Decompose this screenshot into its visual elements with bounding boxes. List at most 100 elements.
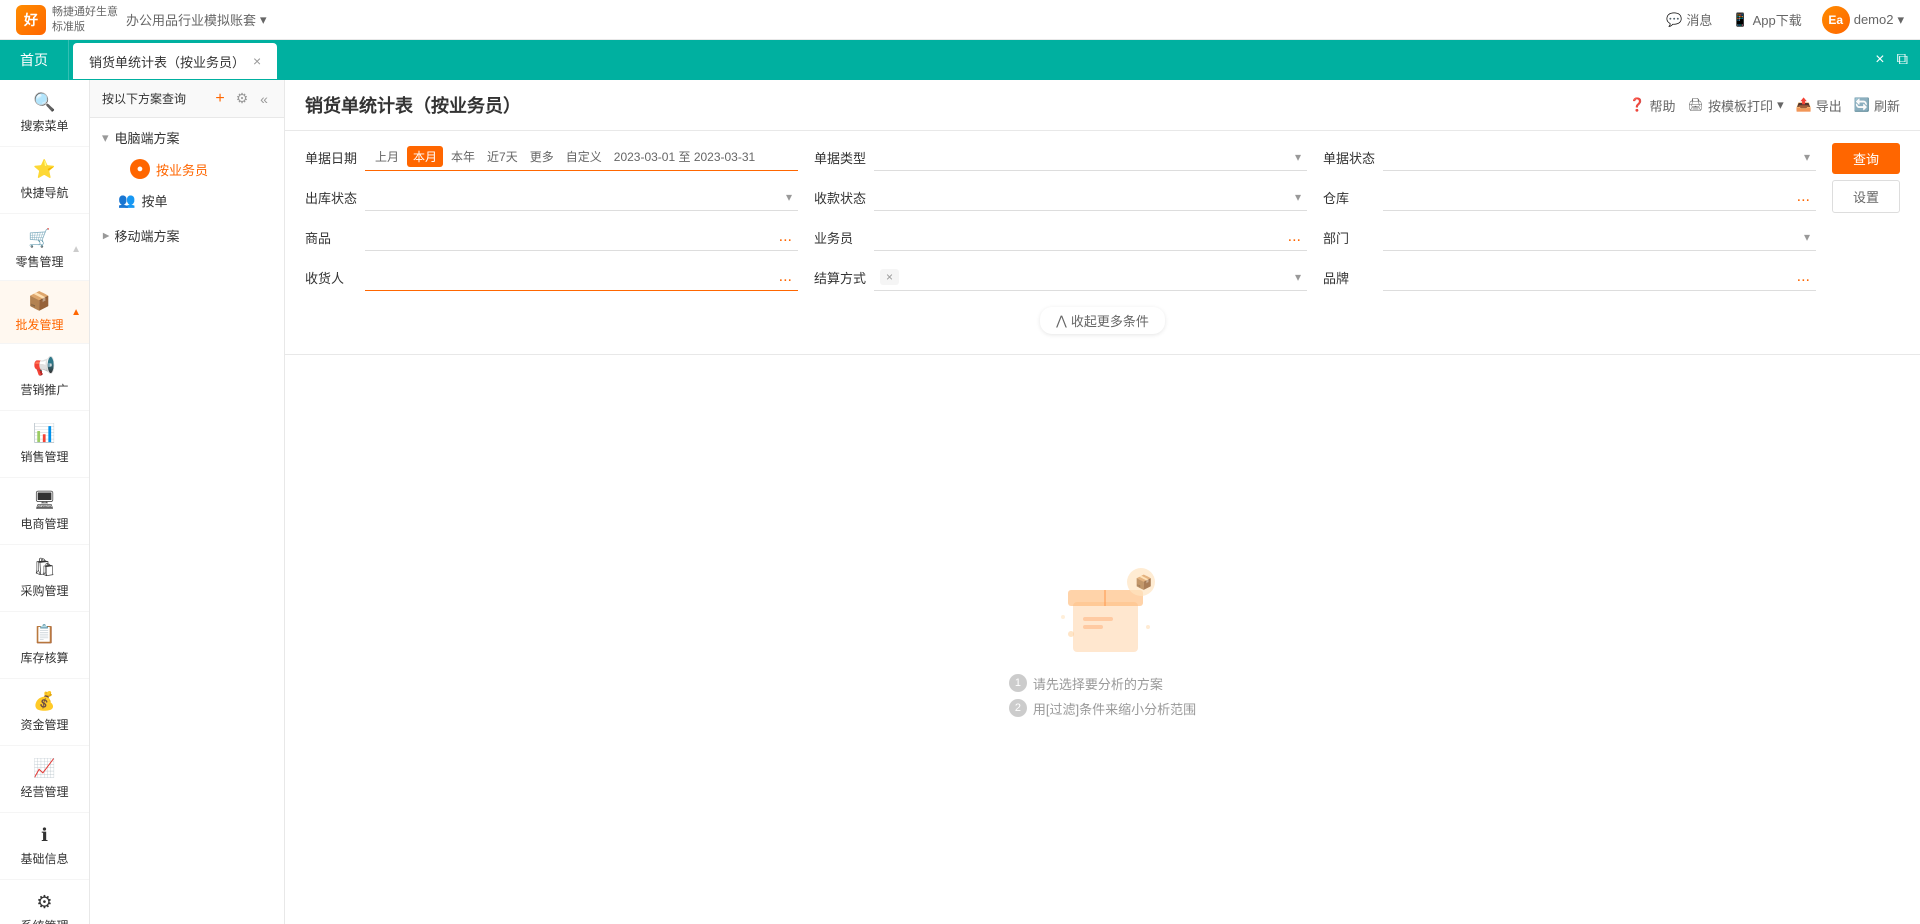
tab-custom[interactable]: 自定义 (562, 146, 606, 167)
tab-this-year[interactable]: 本年 (447, 146, 479, 167)
sidebar-item-inventory[interactable]: 📋 库存核算 (0, 612, 89, 679)
collapse-label: 收起更多条件 (1071, 311, 1149, 330)
panel-title: 按以下方案查询 (102, 90, 206, 107)
filter-out-status: 出库状态 ▾ (305, 183, 798, 211)
sidebar-label: 零售管理 (16, 253, 64, 270)
filter-warehouse: 仓库 ... (1323, 183, 1816, 211)
template-print-button[interactable]: 🖨 按模板打印 ▾ (1688, 96, 1784, 115)
receipt-status-label: 收款状态 (814, 188, 874, 207)
doc-status-input[interactable]: ▾ (1383, 143, 1816, 171)
filter-doc-type: 单据类型 ▾ (814, 143, 1307, 171)
app-dropdown[interactable]: 办公用品行业模拟账套 ▾ (126, 10, 267, 29)
sidebar-label: 批发管理 (16, 316, 64, 333)
restore-window-icon[interactable]: ⧉ (1893, 47, 1912, 73)
filter-dept: 部门 ▾ (1323, 223, 1816, 251)
filter-row-1: 单据日期 上月 本月 本年 近7天 更多 自定义 (305, 143, 1816, 171)
filter-date: 单据日期 上月 本月 本年 近7天 更多 自定义 (305, 143, 798, 171)
filter-fields: 单据日期 上月 本月 本年 近7天 更多 自定义 (305, 143, 1816, 291)
payment-input[interactable]: × ▾ (874, 263, 1307, 291)
sidebar-item-wholesale[interactable]: 📦 批发管理 ▲ (0, 281, 89, 344)
sidebar-label: 电商管理 (20, 515, 68, 532)
content-area: 按以下方案查询 + ⚙ « ▾ 电脑端方案 ● 按业务员 👥 按单 (90, 80, 1920, 924)
scheme-item-salesman[interactable]: ● 按业务员 (90, 153, 284, 185)
sidebar-item-operations[interactable]: 📈 经营管理 (0, 746, 89, 813)
sidebar-label: 销售管理 (20, 448, 68, 465)
query-button[interactable]: 查询 (1832, 143, 1900, 174)
marketing-icon: 📢 (33, 356, 55, 377)
sidebar-item-quicknav[interactable]: ⭐ 快捷导航 (0, 147, 89, 214)
message-button[interactable]: 💬 消息 (1666, 10, 1712, 29)
date-tabs: 上月 本月 本年 近7天 更多 自定义 (371, 146, 606, 167)
user-area[interactable]: Ea demo2 ▾ (1822, 6, 1904, 34)
download-label: App下载 (1753, 10, 1802, 29)
payment-label: 结算方式 (814, 268, 874, 287)
settings-button[interactable]: 设置 (1832, 180, 1900, 213)
refresh-button[interactable]: 🔄 刷新 (1854, 96, 1900, 115)
logo-icon: 好 (16, 5, 46, 35)
tab-sales-stats[interactable]: 销货单统计表（按业务员） × (73, 43, 277, 79)
doc-status-arrow-icon: ▾ (1804, 150, 1810, 164)
tab-this-month[interactable]: 本月 (407, 146, 443, 167)
sidebar-item-sales[interactable]: 📊 销售管理 (0, 411, 89, 478)
warehouse-input[interactable]: ... (1383, 183, 1816, 211)
brand-dots-icon: ... (1797, 268, 1810, 286)
dept-input[interactable]: ▾ (1383, 223, 1816, 251)
receiver-input[interactable]: ... (365, 263, 798, 291)
logo-text: 畅捷通好生意 标准版 (52, 5, 118, 34)
tip-num-2: 2 (1009, 699, 1027, 717)
empty-illustration: 📦 (1053, 562, 1153, 662)
filter-area: 单据日期 上月 本月 本年 近7天 更多 自定义 (285, 131, 1920, 355)
payment-tag-close[interactable]: × (886, 270, 893, 284)
desktop-scheme-group[interactable]: ▾ 电脑端方案 (90, 122, 284, 153)
mobile-scheme-group[interactable]: ▾ 移动端方案 (90, 220, 284, 251)
brand-input[interactable]: ... (1383, 263, 1816, 291)
tip-text-2: 用[过滤]条件来缩小分析范围 (1033, 699, 1196, 718)
download-icon: 📱 (1732, 12, 1748, 28)
help-icon: ❓ (1629, 97, 1645, 113)
close-window-icon[interactable]: × (1871, 47, 1888, 73)
svg-text:📦: 📦 (1135, 574, 1152, 591)
sidebar-item-search[interactable]: 🔍 搜索菜单 (0, 80, 89, 147)
tab-close-icon[interactable]: × (253, 53, 261, 69)
tab-home[interactable]: 首页 (0, 40, 69, 80)
dept-label: 部门 (1323, 228, 1383, 247)
receipt-status-input[interactable]: ▾ (874, 183, 1307, 211)
sidebar-item-ecommerce[interactable]: 🖥 电商管理 (0, 478, 89, 545)
export-button[interactable]: 📤 导出 (1796, 96, 1842, 115)
salesman-input[interactable]: ... (874, 223, 1307, 251)
page-title: 销货单统计表（按业务员） (305, 92, 521, 118)
date-input-area[interactable]: 上月 本月 本年 近7天 更多 自定义 2023-03-01 至 2023-03… (365, 143, 798, 171)
sidebar-item-retail[interactable]: 🛒 零售管理 ▲ (0, 218, 89, 281)
export-icon: 📤 (1796, 97, 1812, 113)
group-label: 电脑端方案 (115, 128, 180, 147)
out-status-input[interactable]: ▾ (365, 183, 798, 211)
help-button[interactable]: ❓ 帮助 (1629, 96, 1675, 115)
payment-arrow-icon: ▾ (1295, 270, 1301, 284)
doc-status-label: 单据状态 (1323, 148, 1383, 167)
sidebar-label: 营销推广 (20, 381, 68, 398)
doc-type-input[interactable]: ▾ (874, 143, 1307, 171)
add-scheme-button[interactable]: + (212, 91, 228, 107)
sidebar-item-marketing[interactable]: 📢 营销推广 (0, 344, 89, 411)
filter-brand: 品牌 ... (1323, 263, 1816, 291)
tab-last-7days[interactable]: 近7天 (483, 146, 522, 167)
product-input[interactable]: ... (365, 223, 798, 251)
main-layout: 🔍 搜索菜单 ⭐ 快捷导航 🛒 零售管理 ▲ 📦 批发管理 ▲ 📢 营销推广 (0, 80, 1920, 924)
sidebar-label: 快捷导航 (20, 184, 68, 201)
tab-more[interactable]: 更多 (526, 146, 558, 167)
collapse-panel-icon[interactable]: « (256, 91, 272, 107)
basicinfo-icon: ℹ (41, 825, 48, 846)
search-icon: 🔍 (33, 92, 55, 113)
scheme-item-doc[interactable]: 👥 按单 (90, 185, 284, 216)
tab-last-month[interactable]: 上月 (371, 146, 403, 167)
retail-arrow-icon: ▲ (71, 244, 81, 255)
print-icon: 🖨 (1688, 97, 1705, 113)
sidebar-item-system[interactable]: ⚙ 系统管理 (0, 880, 89, 924)
collapse-button[interactable]: ⋀ 收起更多条件 (1040, 307, 1165, 334)
sidebar-item-finance[interactable]: 💰 资金管理 (0, 679, 89, 746)
app-download-button[interactable]: 📱 App下载 (1732, 10, 1801, 29)
scheme-settings-icon[interactable]: ⚙ (234, 91, 250, 107)
sidebar-item-purchase[interactable]: 🛍 采购管理 (0, 545, 89, 612)
sidebar-item-basicinfo[interactable]: ℹ 基础信息 (0, 813, 89, 880)
sidebar-label: 系统管理 (20, 917, 68, 924)
